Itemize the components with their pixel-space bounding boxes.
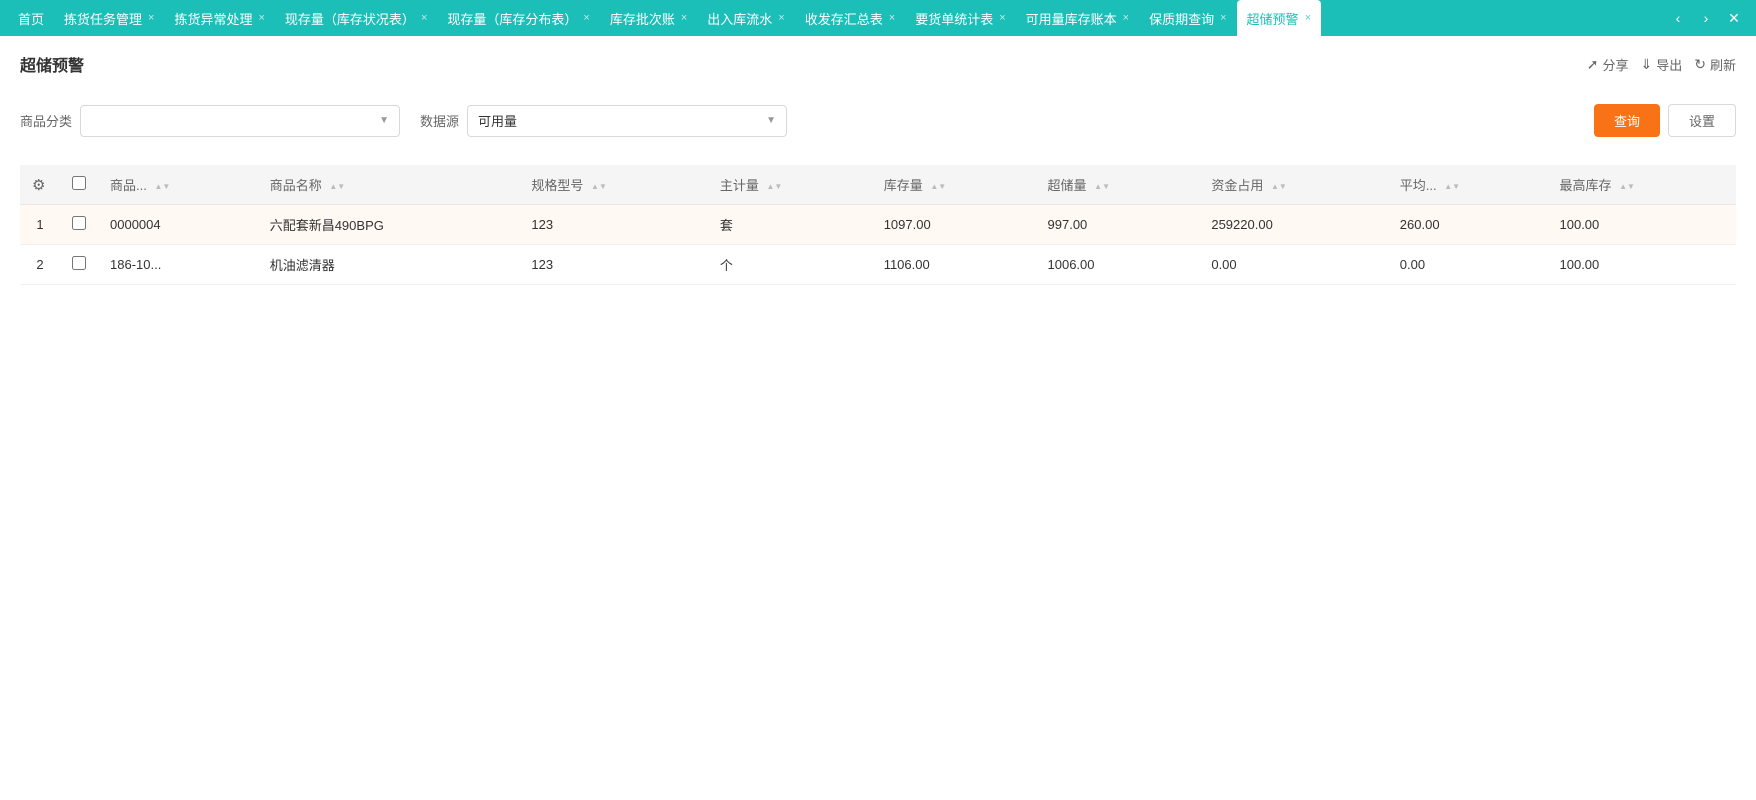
- datasource-value: 可用量: [478, 111, 517, 130]
- row-capital-1: 259220.00: [1199, 205, 1387, 245]
- row-unit-1: 套: [708, 205, 872, 245]
- category-select[interactable]: ▼: [80, 105, 400, 137]
- row-avg-2: 0.00: [1388, 245, 1548, 285]
- sort-max-stock[interactable]: ▲▼: [1619, 182, 1635, 191]
- table-header-row: ⚙ 商品... ▲▼ 商品名称 ▲▼ 规格型号 ▲▼ 主计: [20, 165, 1736, 205]
- row-overstock-1: 997.00: [1036, 205, 1200, 245]
- row-check-2[interactable]: [72, 256, 86, 270]
- col-product-name: 商品名称 ▲▼: [258, 165, 520, 205]
- share-button[interactable]: ➚ 分享: [1587, 55, 1629, 74]
- col-capital: 资金占用 ▲▼: [1199, 165, 1387, 205]
- row-product-name-1: 六配套新昌490BPG: [258, 205, 520, 245]
- header-actions: ➚ 分享 ⇓ 导出 ↻ 刷新: [1587, 55, 1736, 74]
- settings-button[interactable]: 设置: [1668, 104, 1736, 137]
- nav-item-collect-total[interactable]: 收发存汇总表×: [795, 0, 905, 36]
- row-spec-2: 123: [519, 245, 707, 285]
- nav-close-usable-account[interactable]: ×: [1123, 12, 1129, 24]
- nav-close-quality-check[interactable]: ×: [1220, 12, 1226, 24]
- nav-close-order-stats[interactable]: ×: [999, 12, 1005, 24]
- col-avg: 平均... ▲▼: [1388, 165, 1548, 205]
- filter-area: 商品分类 ▼ 数据源 可用量 ▼ 查询 设置: [20, 92, 1736, 149]
- nav-item-inout-flow[interactable]: 出入库流水×: [697, 0, 794, 36]
- sort-spec[interactable]: ▲▼: [591, 182, 607, 191]
- row-stock-1: 1097.00: [872, 205, 1036, 245]
- nav-close-collect-total[interactable]: ×: [889, 12, 895, 24]
- row-max-stock-2: 100.00: [1548, 245, 1737, 285]
- nav-item-abnormal[interactable]: 拣货异常处理×: [164, 0, 274, 36]
- row-seq-2: 2: [20, 245, 60, 285]
- row-avg-1: 260.00: [1388, 205, 1548, 245]
- col-unit: 主计量 ▲▼: [708, 165, 872, 205]
- col-checkbox: [60, 165, 98, 205]
- nav-item-order-stats[interactable]: 要货单统计表×: [905, 0, 1015, 36]
- col-overstock: 超储量 ▲▼: [1036, 165, 1200, 205]
- row-overstock-2: 1006.00: [1036, 245, 1200, 285]
- nav-close-inout-flow[interactable]: ×: [778, 12, 784, 24]
- nav-arrow-right[interactable]: ›: [1692, 4, 1720, 32]
- row-checkbox-1[interactable]: [60, 205, 98, 245]
- data-table: ⚙ 商品... ▲▼ 商品名称 ▲▼ 规格型号 ▲▼ 主计: [20, 165, 1736, 285]
- col-product-code: 商品... ▲▼: [98, 165, 258, 205]
- top-navigation: 首页拣货任务管理×拣货异常处理×现存量（库存状况表）×现存量（库存分布表）×库存…: [0, 0, 1756, 36]
- nav-item-usable-account[interactable]: 可用量库存账本×: [1016, 0, 1139, 36]
- row-product-code-1: 0000004: [98, 205, 258, 245]
- sort-stock[interactable]: ▲▼: [930, 182, 946, 191]
- sort-product-name[interactable]: ▲▼: [329, 182, 345, 191]
- row-spec-1: 123: [519, 205, 707, 245]
- datasource-label: 数据源: [420, 111, 459, 130]
- sort-avg[interactable]: ▲▼: [1444, 182, 1460, 191]
- col-settings: ⚙: [20, 165, 60, 205]
- datasource-filter: 数据源 可用量 ▼: [420, 105, 787, 137]
- row-checkbox-2[interactable]: [60, 245, 98, 285]
- select-all-checkbox[interactable]: [72, 176, 86, 190]
- col-max-stock: 最高库存 ▲▼: [1548, 165, 1737, 205]
- page-header: 超储预警 ➚ 分享 ⇓ 导出 ↻ 刷新: [20, 52, 1736, 76]
- refresh-icon: ↻: [1694, 56, 1706, 73]
- nav-arrow-close[interactable]: ✕: [1720, 4, 1748, 32]
- nav-close-task-mgmt[interactable]: ×: [148, 12, 154, 24]
- nav-close-stock-status[interactable]: ×: [421, 12, 427, 24]
- export-button[interactable]: ⇓ 导出: [1641, 55, 1683, 74]
- nav-close-overstock-warning[interactable]: ×: [1305, 12, 1311, 24]
- row-capital-2: 0.00: [1199, 245, 1387, 285]
- row-max-stock-1: 100.00: [1548, 205, 1737, 245]
- sort-capital[interactable]: ▲▼: [1271, 182, 1287, 191]
- page-title: 超储预警: [20, 52, 84, 76]
- category-label: 商品分类: [20, 111, 72, 130]
- share-icon: ➚: [1587, 56, 1599, 73]
- sort-overstock[interactable]: ▲▼: [1094, 182, 1110, 191]
- col-stock: 库存量 ▲▼: [872, 165, 1036, 205]
- datasource-select[interactable]: 可用量 ▼: [467, 105, 787, 137]
- nav-close-stock-dist[interactable]: ×: [583, 12, 589, 24]
- category-dropdown-arrow: ▼: [379, 115, 389, 126]
- nav-item-stock-status[interactable]: 现存量（库存状况表）×: [275, 0, 437, 36]
- row-stock-2: 1106.00: [872, 245, 1036, 285]
- row-seq-1: 1: [20, 205, 60, 245]
- nav-item-quality-check[interactable]: 保质期查询×: [1139, 0, 1236, 36]
- row-product-name-2: 机油滤清器: [258, 245, 520, 285]
- row-check-1[interactable]: [72, 216, 86, 230]
- table-row: 2 186-10... 机油滤清器 123 个 1106.00 1006.00 …: [20, 245, 1736, 285]
- row-unit-2: 个: [708, 245, 872, 285]
- nav-item-overstock-warning[interactable]: 超储预警×: [1237, 0, 1321, 36]
- table-row: 1 0000004 六配套新昌490BPG 123 套 1097.00 997.…: [20, 205, 1736, 245]
- category-filter: 商品分类 ▼: [20, 105, 400, 137]
- nav-close-abnormal[interactable]: ×: [258, 12, 264, 24]
- nav-item-home[interactable]: 首页: [8, 0, 54, 36]
- sort-unit[interactable]: ▲▼: [767, 182, 783, 191]
- export-icon: ⇓: [1641, 56, 1653, 73]
- nav-arrow-left[interactable]: ‹: [1664, 4, 1692, 32]
- nav-item-stock-dist[interactable]: 现存量（库存分布表）×: [437, 0, 599, 36]
- query-button[interactable]: 查询: [1594, 104, 1660, 137]
- sort-product-code[interactable]: ▲▼: [154, 182, 170, 191]
- datasource-dropdown-arrow: ▼: [766, 115, 776, 126]
- nav-close-batch-account[interactable]: ×: [681, 12, 687, 24]
- col-spec: 规格型号 ▲▼: [519, 165, 707, 205]
- main-content: 超储预警 ➚ 分享 ⇓ 导出 ↻ 刷新 商品分类 ▼ 数据源: [0, 36, 1756, 800]
- nav-item-task-mgmt[interactable]: 拣货任务管理×: [54, 0, 164, 36]
- row-product-code-2: 186-10...: [98, 245, 258, 285]
- nav-item-batch-account[interactable]: 库存批次账×: [600, 0, 697, 36]
- refresh-button[interactable]: ↻ 刷新: [1694, 55, 1736, 74]
- table-settings-icon[interactable]: ⚙: [32, 177, 45, 194]
